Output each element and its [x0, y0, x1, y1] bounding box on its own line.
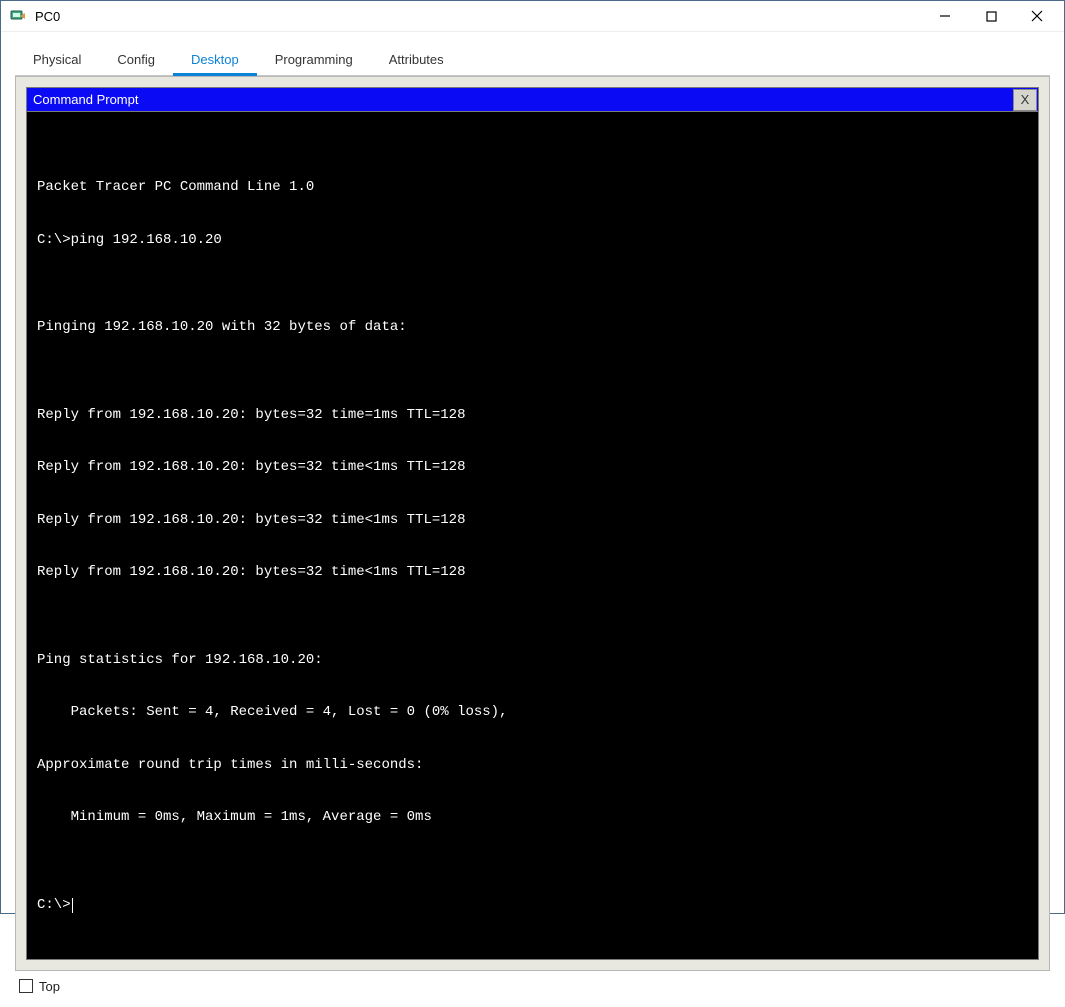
- command-prompt-title: Command Prompt: [33, 92, 1012, 107]
- terminal-line: Reply from 192.168.10.20: bytes=32 time<…: [37, 564, 1028, 582]
- command-prompt-titlebar: Command Prompt X: [26, 87, 1039, 111]
- tab-bar: Physical Config Desktop Programming Attr…: [15, 46, 1050, 76]
- cursor-icon: [72, 898, 73, 913]
- tab-attributes[interactable]: Attributes: [371, 46, 462, 76]
- window-controls: [922, 1, 1060, 31]
- maximize-button[interactable]: [968, 1, 1014, 31]
- terminal-prompt-line: C:\>: [37, 897, 1028, 915]
- pc-icon: [9, 7, 27, 25]
- close-button[interactable]: [1014, 1, 1060, 31]
- tab-physical[interactable]: Physical: [15, 46, 99, 76]
- body-area: Physical Config Desktop Programming Attr…: [1, 32, 1064, 1007]
- terminal-prompt: C:\>: [37, 897, 71, 915]
- titlebar: PC0: [1, 1, 1064, 32]
- tab-config[interactable]: Config: [99, 46, 173, 76]
- desktop-frame: Command Prompt X Packet Tracer PC Comman…: [15, 76, 1050, 971]
- terminal-line: Reply from 192.168.10.20: bytes=32 time<…: [37, 512, 1028, 530]
- terminal-line: Minimum = 0ms, Maximum = 1ms, Average = …: [37, 809, 1028, 827]
- terminal-line: Pinging 192.168.10.20 with 32 bytes of d…: [37, 319, 1028, 337]
- app-window: PC0 Physical Config Desktop Programming …: [0, 0, 1065, 914]
- tab-programming[interactable]: Programming: [257, 46, 371, 76]
- footer: Top: [15, 971, 1050, 1001]
- terminal-line: Reply from 192.168.10.20: bytes=32 time=…: [37, 407, 1028, 425]
- terminal-line: C:\>ping 192.168.10.20: [37, 232, 1028, 250]
- command-prompt-close-button[interactable]: X: [1013, 89, 1037, 111]
- terminal-line: Ping statistics for 192.168.10.20:: [37, 652, 1028, 670]
- top-checkbox[interactable]: [19, 979, 33, 993]
- terminal-line: Packets: Sent = 4, Received = 4, Lost = …: [37, 704, 1028, 722]
- terminal[interactable]: Packet Tracer PC Command Line 1.0 C:\>pi…: [26, 111, 1039, 960]
- top-label: Top: [39, 979, 60, 994]
- terminal-line: Approximate round trip times in milli-se…: [37, 757, 1028, 775]
- tab-desktop[interactable]: Desktop: [173, 46, 257, 76]
- terminal-line: Reply from 192.168.10.20: bytes=32 time<…: [37, 459, 1028, 477]
- window-title: PC0: [35, 9, 922, 24]
- minimize-button[interactable]: [922, 1, 968, 31]
- terminal-line: Packet Tracer PC Command Line 1.0: [37, 179, 1028, 197]
